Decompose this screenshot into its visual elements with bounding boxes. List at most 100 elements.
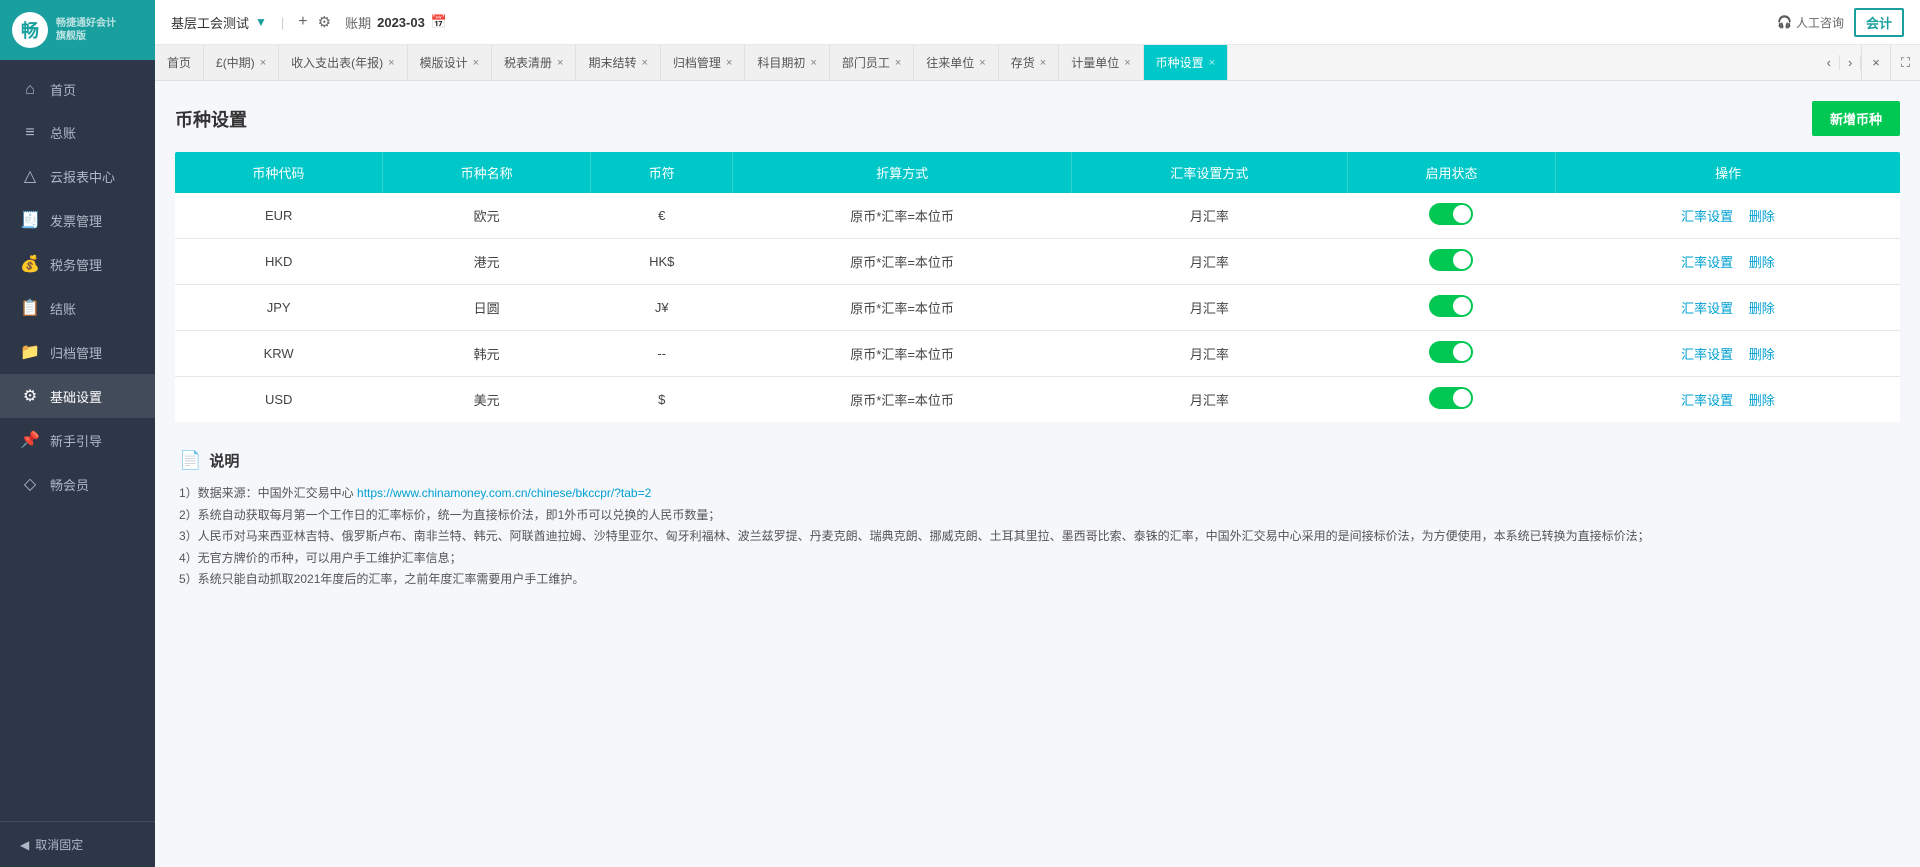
tab-close-icon[interactable]: × <box>1040 57 1046 69</box>
tab-close-all-button[interactable]: × <box>1861 45 1890 80</box>
cell-actions: 汇率设置 删除 <box>1556 331 1900 377</box>
tab-periodend[interactable]: 期末结转 × <box>576 45 660 80</box>
action-delete-link[interactable]: 删除 <box>1749 301 1775 316</box>
sidebar-item-member[interactable]: ◇ 畅会员 <box>0 462 155 506</box>
topbar-add-button[interactable]: + <box>298 13 307 31</box>
topbar-settings-icon[interactable]: ⚙ <box>318 13 331 31</box>
tab-close-icon[interactable]: × <box>557 57 563 69</box>
sidebar-item-settle[interactable]: 📋 结账 <box>0 286 155 330</box>
cell-status <box>1347 377 1556 423</box>
tab-close-icon[interactable]: × <box>979 57 985 69</box>
tab-balance[interactable]: £(中期) × <box>204 45 279 80</box>
cell-code: HKD <box>175 239 382 285</box>
tab-label: £(中期) <box>216 54 255 71</box>
sidebar-item-label: 归档管理 <box>50 343 102 362</box>
tab-fullscreen-button[interactable]: ⛶ <box>1890 45 1920 80</box>
tab-partners[interactable]: 往来单位 × <box>914 45 998 80</box>
tab-currency[interactable]: 币种设置 × <box>1144 45 1228 80</box>
cell-symbol: -- <box>591 331 733 377</box>
sidebar-item-reports[interactable]: △ 云报表中心 <box>0 154 155 198</box>
tab-label: 计量单位 <box>1071 54 1119 71</box>
notes-icon: 📄 <box>179 450 201 471</box>
dropdown-icon: ▼ <box>255 15 267 29</box>
tab-inventory[interactable]: 存货 × <box>999 45 1059 80</box>
calendar-icon[interactable]: 📅 <box>431 14 447 30</box>
cell-conversion: 原币*汇率=本位币 <box>733 239 1072 285</box>
tab-home[interactable]: 首页 <box>155 45 204 80</box>
tab-label: 部门员工 <box>842 54 890 71</box>
toggle-enabled[interactable] <box>1429 295 1473 317</box>
tab-template[interactable]: 模版设计 × <box>408 45 492 80</box>
action-rate-link[interactable]: 汇率设置 <box>1681 347 1733 362</box>
tab-close-icon[interactable]: × <box>1209 57 1215 69</box>
tab-income[interactable]: 收入支出表(年报) × <box>279 45 407 80</box>
cell-name: 港元 <box>382 239 591 285</box>
notes-list: 1）数据来源：中国外汇交易中心 https://www.chinamoney.c… <box>179 483 1896 591</box>
tab-actions: ‹ › × ⛶ <box>1819 45 1920 80</box>
topbar-kuaiji-button[interactable]: 会计 <box>1854 8 1904 37</box>
col-actions: 操作 <box>1556 152 1900 193</box>
tab-label: 收入支出表(年报) <box>291 54 383 71</box>
action-delete-link[interactable]: 删除 <box>1749 209 1775 224</box>
tab-close-icon[interactable]: × <box>726 57 732 69</box>
tab-label: 首页 <box>167 54 191 71</box>
action-delete-link[interactable]: 删除 <box>1749 255 1775 270</box>
tab-close-icon[interactable]: × <box>260 57 266 69</box>
tab-unit[interactable]: 计量单位 × <box>1059 45 1143 80</box>
cell-symbol: HK$ <box>591 239 733 285</box>
settle-icon: 📋 <box>20 298 40 318</box>
new-currency-button[interactable]: 新增币种 <box>1812 101 1900 136</box>
logo-text: 畅捷通好会计 旗舰版 <box>56 17 116 43</box>
sidebar-item-invoice[interactable]: 🧾 发票管理 <box>0 198 155 242</box>
tab-close-icon[interactable]: × <box>895 57 901 69</box>
tab-prev-button[interactable]: ‹ <box>1819 55 1840 70</box>
cell-rate-method: 月汇率 <box>1072 239 1348 285</box>
tab-label: 存货 <box>1011 54 1035 71</box>
action-rate-link[interactable]: 汇率设置 <box>1681 255 1733 270</box>
col-name: 币种名称 <box>382 152 591 193</box>
action-rate-link[interactable]: 汇率设置 <box>1681 209 1733 224</box>
sidebar-item-guide[interactable]: 📌 新手引导 <box>0 418 155 462</box>
tab-close-icon[interactable]: × <box>641 57 647 69</box>
tab-close-icon[interactable]: × <box>473 57 479 69</box>
tab-dept[interactable]: 部门员工 × <box>830 45 914 80</box>
sidebar-item-label: 税务管理 <box>50 255 102 274</box>
sidebar-item-ledger[interactable]: ≡ 总账 <box>0 111 155 154</box>
sidebar-item-archive[interactable]: 📁 归档管理 <box>0 330 155 374</box>
toggle-enabled[interactable] <box>1429 387 1473 409</box>
tab-close-icon[interactable]: × <box>810 57 816 69</box>
toggle-enabled[interactable] <box>1429 341 1473 363</box>
table-head: 币种代码 币种名称 币符 折算方式 汇率设置方式 启用状态 操作 <box>175 152 1900 193</box>
sidebar-item-tax[interactable]: 💰 税务管理 <box>0 242 155 286</box>
sidebar-item-home[interactable]: ⌂ 首页 <box>0 68 155 111</box>
ledger-icon: ≡ <box>20 124 40 142</box>
action-delete-link[interactable]: 删除 <box>1749 347 1775 362</box>
tab-subjects[interactable]: 科目期初 × <box>745 45 829 80</box>
action-delete-link[interactable]: 删除 <box>1749 393 1775 408</box>
toggle-enabled[interactable] <box>1429 203 1473 225</box>
notes-link[interactable]: https://www.chinamoney.com.cn/chinese/bk… <box>357 486 651 500</box>
toggle-enabled[interactable] <box>1429 249 1473 271</box>
period-label: 账期 <box>345 13 371 32</box>
notes-section: 📄 说明 1）数据来源：中国外汇交易中心 https://www.chinamo… <box>175 450 1900 591</box>
action-rate-link[interactable]: 汇率设置 <box>1681 393 1733 408</box>
tab-next-button[interactable]: › <box>1840 55 1861 70</box>
action-rate-link[interactable]: 汇率设置 <box>1681 301 1733 316</box>
tab-close-icon[interactable]: × <box>388 57 394 69</box>
topbar-service-button[interactable]: 🎧 人工咨询 <box>1777 14 1844 31</box>
tab-taxclear[interactable]: 税表清册 × <box>492 45 576 80</box>
topbar-company[interactable]: 基层工会测试 ▼ <box>171 13 267 32</box>
cell-conversion: 原币*汇率=本位币 <box>733 331 1072 377</box>
tab-close-icon[interactable]: × <box>1124 57 1130 69</box>
cell-status <box>1347 331 1556 377</box>
cell-rate-method: 月汇率 <box>1072 331 1348 377</box>
sidebar-footer[interactable]: ◀ 取消固定 <box>0 821 155 867</box>
headset-icon: 🎧 <box>1777 15 1792 29</box>
cell-rate-method: 月汇率 <box>1072 285 1348 331</box>
cell-actions: 汇率设置 删除 <box>1556 239 1900 285</box>
tab-filing[interactable]: 归档管理 × <box>661 45 745 80</box>
cell-name: 欧元 <box>382 193 591 239</box>
sidebar-item-settings[interactable]: ⚙ 基础设置 <box>0 374 155 418</box>
cell-name: 美元 <box>382 377 591 423</box>
currency-table: 币种代码 币种名称 币符 折算方式 汇率设置方式 启用状态 操作 EUR 欧元 … <box>175 152 1900 422</box>
